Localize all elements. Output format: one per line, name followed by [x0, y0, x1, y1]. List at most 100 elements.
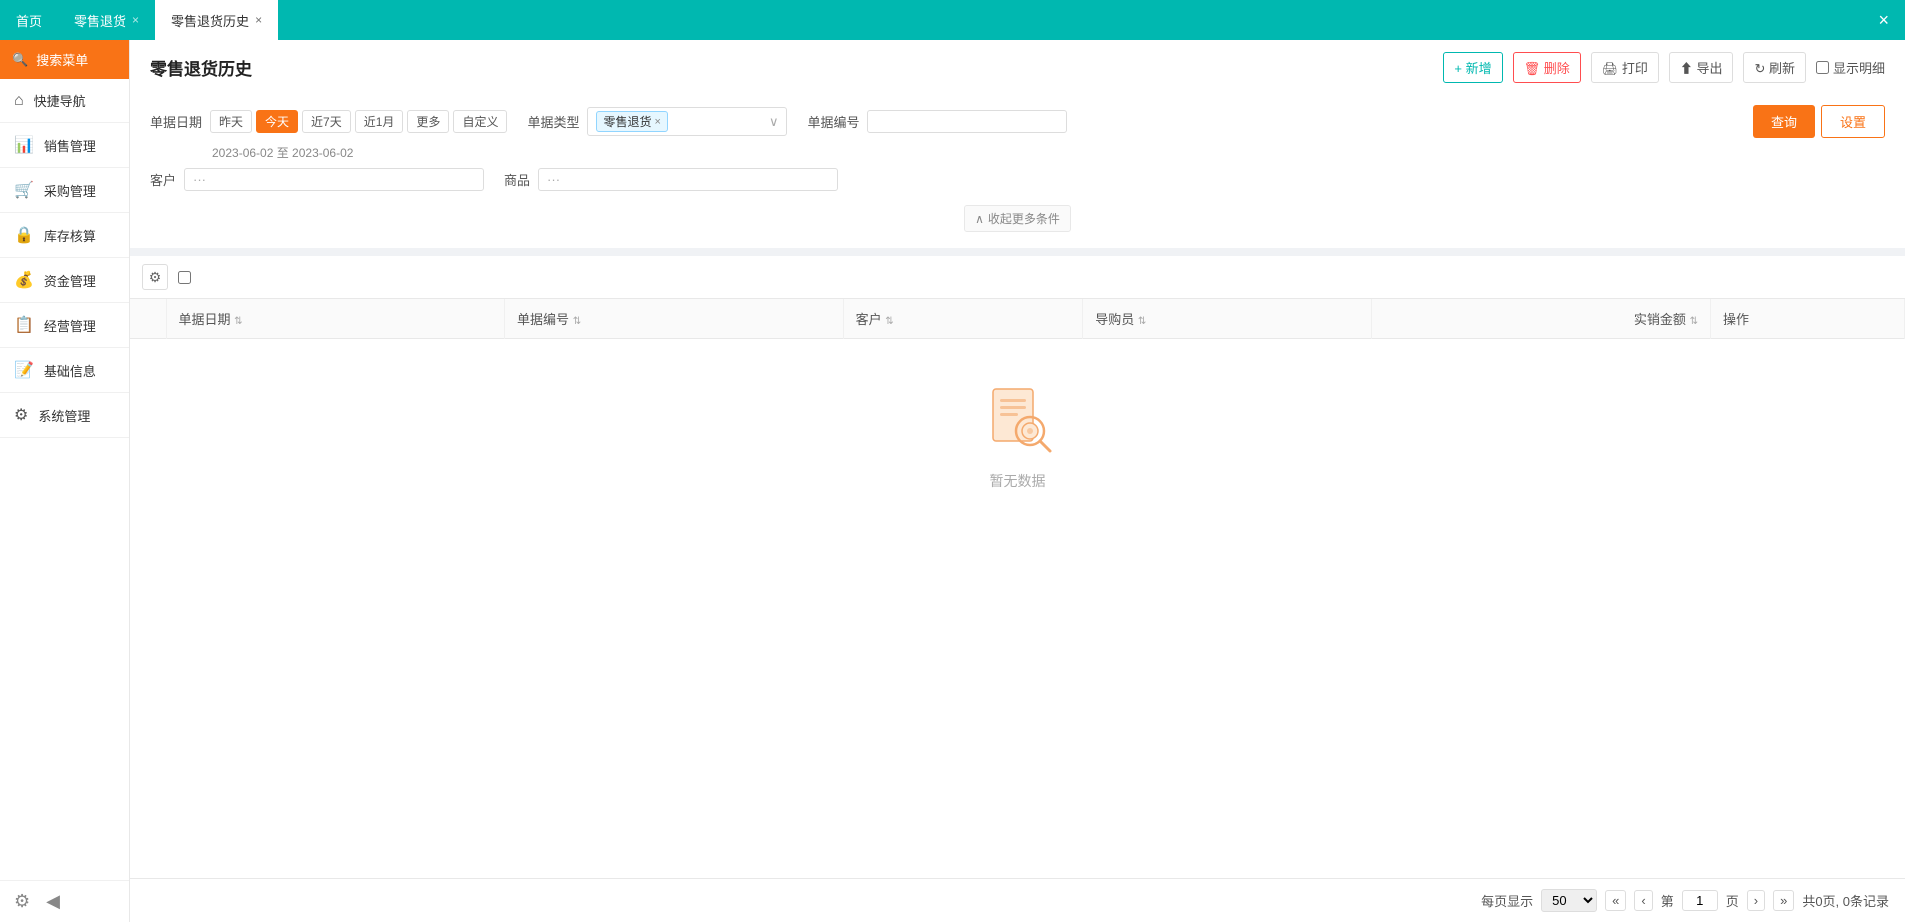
per-page-label: 每页显示 [1481, 891, 1533, 910]
tab-return[interactable]: 零售退货 × [58, 0, 155, 40]
type-select[interactable]: 零售退货 × ∨ [587, 107, 787, 136]
prev-page-btn[interactable]: ‹ [1634, 890, 1652, 911]
export-button[interactable]: ⬆ 导出 [1669, 52, 1734, 83]
delete-button[interactable]: 🗑 删除 [1513, 52, 1581, 83]
home-icon: ⌂ [14, 92, 24, 110]
table-header-row: 单据日期 ⇅ 单据编号 ⇅ 客户 ⇅ [130, 299, 1905, 339]
date-btn-today[interactable]: 今天 [256, 110, 298, 133]
tab-return-close[interactable]: × [132, 13, 139, 27]
display-detail-label: 显示明细 [1833, 58, 1885, 77]
th-action-label: 操作 [1723, 312, 1749, 327]
basic-info-icon: 📝 [14, 360, 34, 380]
sidebar-item-system[interactable]: ⚙ 系统管理 [0, 393, 129, 438]
date-btn-7days[interactable]: 近7天 [302, 110, 351, 133]
th-customer-label: 客户 [856, 312, 882, 327]
main-layout: 🔍 搜索菜单 ⌂ 快捷导航 📊 销售管理 🛒 采购管理 🔒 库存核算 💰 资金管… [0, 40, 1905, 922]
sidebar-item-purchase-label: 采购管理 [44, 181, 96, 200]
sort-date-icon: ⇅ [234, 316, 242, 327]
window-close-button[interactable]: × [1862, 10, 1905, 31]
sidebar-item-purchase[interactable]: 🛒 采购管理 [0, 168, 129, 213]
sidebar-item-sales[interactable]: 📊 销售管理 [0, 123, 129, 168]
sidebar-search[interactable]: 🔍 搜索菜单 [0, 40, 129, 79]
settings-button[interactable]: 设置 [1821, 105, 1885, 138]
th-customer[interactable]: 客户 ⇅ [843, 299, 1083, 339]
collapse-button[interactable]: ∧ 收起更多条件 [964, 205, 1071, 232]
type-filter-label: 单据类型 [527, 112, 579, 131]
page-suffix: 页 [1726, 891, 1739, 910]
display-detail-input[interactable] [1816, 61, 1829, 74]
filter-row-1: 单据日期 昨天 今天 近7天 近1月 更多 自定义 单据类型 [150, 105, 1885, 138]
sidebar: 🔍 搜索菜单 ⌂ 快捷导航 📊 销售管理 🛒 采购管理 🔒 库存核算 💰 资金管… [0, 40, 130, 922]
th-action: 操作 [1710, 299, 1904, 339]
table-area: ⚙ 单据日期 ⇅ 单据编号 [130, 256, 1905, 922]
th-date[interactable]: 单据日期 ⇅ [166, 299, 505, 339]
sidebar-item-finance-label: 资金管理 [44, 271, 96, 290]
add-button[interactable]: + 新增 [1443, 52, 1502, 83]
page-input[interactable] [1682, 890, 1718, 911]
customer-filter: 客户 ··· [150, 168, 484, 191]
goods-filter: 商品 ··· [504, 168, 838, 191]
date-btn-custom[interactable]: 自定义 [453, 110, 507, 133]
search-icon: 🔍 [12, 52, 28, 68]
next-page-btn[interactable]: › [1747, 890, 1765, 911]
query-button[interactable]: 查询 [1753, 105, 1815, 138]
customer-dots: ··· [193, 172, 206, 187]
th-number-label: 单据编号 [517, 312, 569, 327]
total-info: 共0页, 0条记录 [1802, 891, 1889, 910]
type-tag-value: 零售退货 [603, 113, 651, 130]
date-shortcuts: 昨天 今天 近7天 近1月 更多 自定义 [210, 110, 507, 133]
tab-home-label: 首页 [16, 11, 42, 30]
th-guide[interactable]: 导购员 ⇅ [1083, 299, 1372, 339]
filter-row-2: 客户 ··· 商品 ··· [150, 168, 1885, 191]
per-page-select[interactable]: 50 100 200 [1541, 889, 1597, 912]
date-btn-1month[interactable]: 近1月 [355, 110, 404, 133]
tab-return-history[interactable]: 零售退货历史 × [155, 0, 278, 40]
collapse-icon: ∧ [975, 212, 984, 226]
sort-customer-icon: ⇅ [885, 316, 893, 327]
empty-state: 暂无数据 [130, 339, 1905, 531]
gear-icon: ⚙ [149, 269, 162, 286]
tab-home[interactable]: 首页 [0, 0, 58, 40]
sidebar-item-quick-nav[interactable]: ⌂ 快捷导航 [0, 79, 129, 123]
tab-return-history-label: 零售退货历史 [171, 11, 249, 30]
th-number[interactable]: 单据编号 ⇅ [505, 299, 844, 339]
collapse-sidebar-icon[interactable]: ◀ [46, 891, 60, 912]
display-detail-checkbox[interactable]: 显示明细 [1816, 58, 1885, 77]
sidebar-item-sales-label: 销售管理 [44, 136, 96, 155]
settings-bottom-icon[interactable]: ⚙ [14, 891, 30, 912]
page-header: 零售退货历史 + 新增 🗑 删除 🖨 打印 ⬆ 导出 ↻ 刷新 显示明细 [130, 40, 1905, 248]
sidebar-search-label: 搜索菜单 [36, 50, 88, 69]
number-filter: 单据编号 [807, 110, 1067, 133]
type-tag-close[interactable]: × [654, 116, 660, 128]
top-bar: 首页 零售退货 × 零售退货历史 × × [0, 0, 1905, 40]
sidebar-item-inventory-label: 库存核算 [44, 226, 96, 245]
th-date-label: 单据日期 [179, 312, 231, 327]
data-table: 单据日期 ⇅ 单据编号 ⇅ 客户 ⇅ [130, 299, 1905, 339]
empty-icon [978, 379, 1058, 459]
operations-icon: 📋 [14, 315, 34, 335]
date-range-display: 2023-06-02 至 2023-06-02 [212, 146, 353, 160]
date-btn-more[interactable]: 更多 [407, 110, 449, 133]
goods-select[interactable]: ··· [538, 168, 838, 191]
last-page-btn[interactable]: » [1773, 890, 1794, 911]
collapse-label: 收起更多条件 [988, 210, 1060, 227]
page-title: 零售退货历史 [150, 55, 252, 80]
th-amount[interactable]: 实销金额 ⇅ [1372, 299, 1711, 339]
sidebar-item-operations[interactable]: 📋 经营管理 [0, 303, 129, 348]
date-btn-yesterday[interactable]: 昨天 [210, 110, 252, 133]
tab-return-history-close[interactable]: × [255, 13, 262, 27]
empty-text: 暂无数据 [990, 471, 1046, 491]
select-all-checkbox[interactable] [178, 271, 191, 284]
refresh-button[interactable]: ↻ 刷新 [1743, 52, 1806, 83]
date-filter: 单据日期 昨天 今天 近7天 近1月 更多 自定义 [150, 110, 507, 133]
sidebar-item-inventory[interactable]: 🔒 库存核算 [0, 213, 129, 258]
sidebar-item-operations-label: 经营管理 [44, 316, 96, 335]
sidebar-item-finance[interactable]: 💰 资金管理 [0, 258, 129, 303]
customer-select[interactable]: ··· [184, 168, 484, 191]
number-input[interactable] [867, 110, 1067, 133]
first-page-btn[interactable]: « [1605, 890, 1626, 911]
print-button[interactable]: 🖨 打印 [1591, 52, 1659, 83]
sidebar-item-basic-info[interactable]: 📝 基础信息 [0, 348, 129, 393]
purchase-icon: 🛒 [14, 180, 34, 200]
table-settings-icon[interactable]: ⚙ [142, 264, 168, 290]
